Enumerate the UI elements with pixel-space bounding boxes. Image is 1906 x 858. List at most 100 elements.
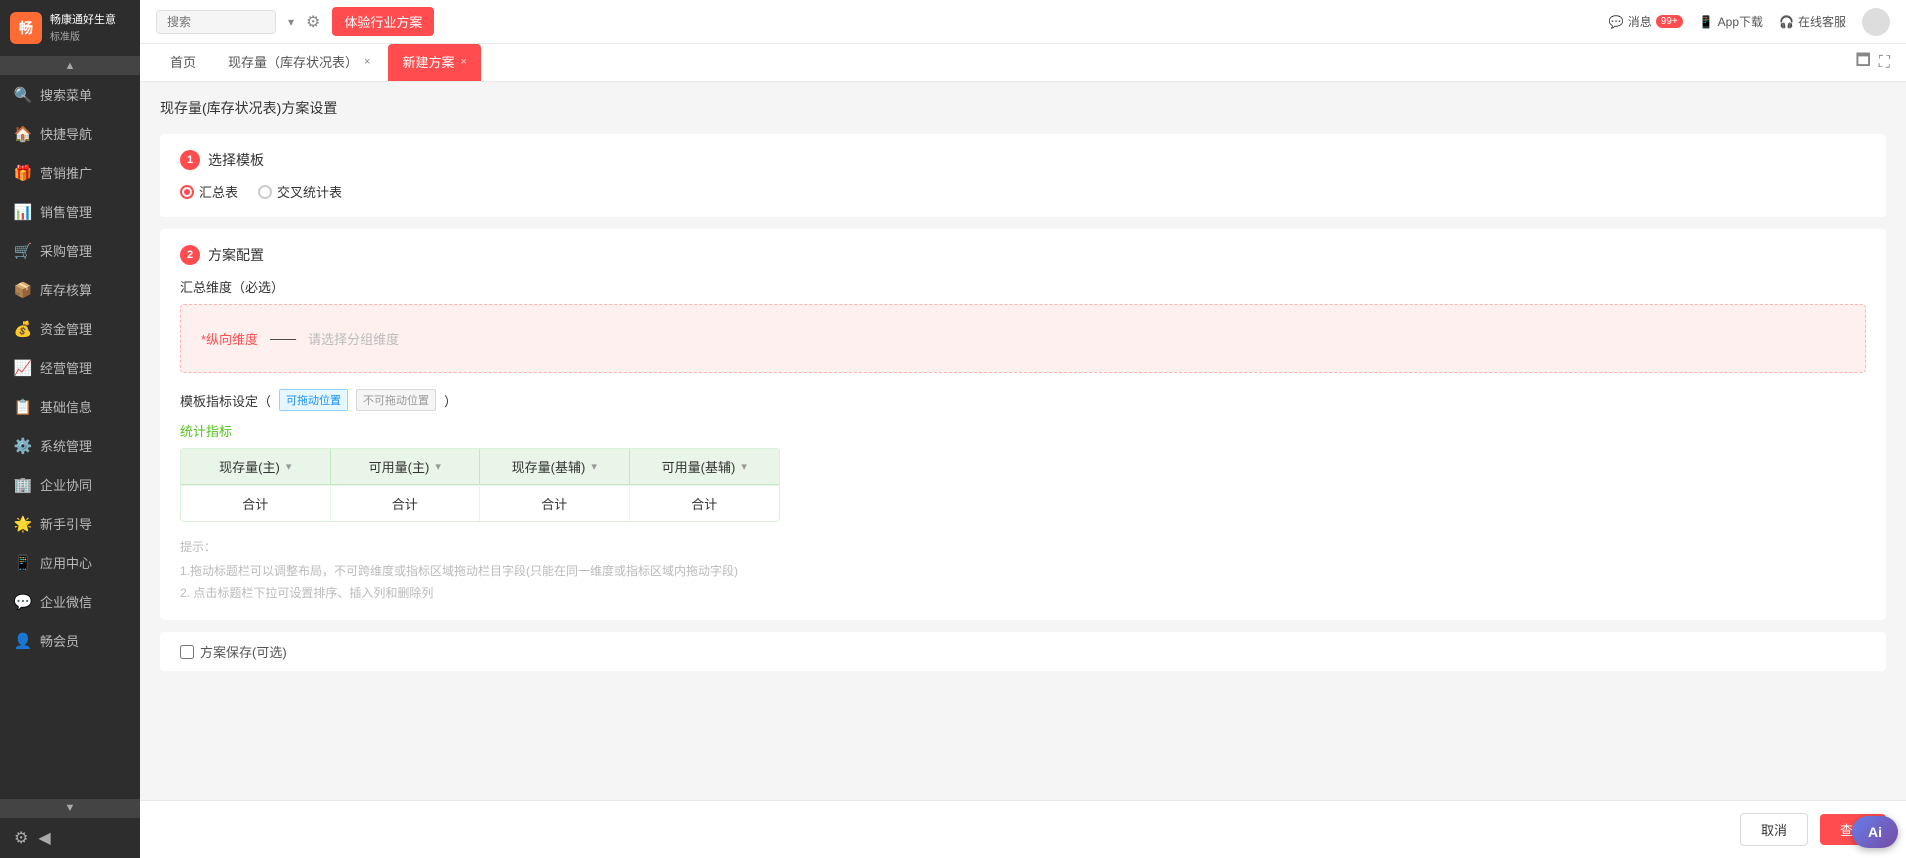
online-service-label: 在线客服 [1798,13,1846,30]
sidebar-scroll-down[interactable]: ▼ [0,799,140,817]
sidebar-item-search-menu[interactable]: 🔍 搜索菜单 [0,75,140,114]
step2-title: 方案配置 [208,245,264,265]
page-title: 现存量(库存状况表)方案设置 [160,98,1886,118]
cancel-button[interactable]: 取消 [1740,813,1808,846]
step1-title: 选择模板 [208,150,264,170]
sidebar-item-label: 库存核算 [40,280,92,299]
main-area: ▾ ⚙ 体验行业方案 💬 消息 99+ 📱 App下载 🎧 在线客服 [140,0,1906,858]
sidebar-item-app-center[interactable]: 📱 应用中心 [0,543,140,582]
tabs-right: 🗖 ⛶ [1856,49,1890,76]
tab-inventory-status[interactable]: 现存量（库存状况表） × [214,44,384,81]
sidebar-item-inventory[interactable]: 📦 库存核算 [0,270,140,309]
enterprise-wechat-icon: 💬 [14,593,32,611]
tab-new-plan-label: 新建方案 [402,52,454,71]
sidebar-bottom: ⚙ ◀ [0,817,140,858]
tab-inventory-status-close[interactable]: × [364,56,370,68]
sidebar-item-sales[interactable]: 📊 销售管理 [0,192,140,231]
sidebar-item-label: 系统管理 [40,436,92,455]
stats-header-col3[interactable]: 现存量(基辅) ▾ [480,449,630,485]
sidebar-item-finance[interactable]: 💰 资金管理 [0,309,140,348]
sidebar-item-quick-nav[interactable]: 🏠 快捷导航 [0,114,140,153]
step1-header: 1 选择模板 [180,150,1866,170]
sidebar-item-label: 企业微信 [40,592,92,611]
top-bar-search-input[interactable] [156,10,276,34]
sidebar-brand: 畅 畅康通好生意 标准版 [0,0,140,57]
stats-header-col2-chevron: ▾ [435,460,441,473]
top-bar-right: 💬 消息 99+ 📱 App下载 🎧 在线客服 [1609,8,1890,36]
dimension-box[interactable]: *纵向维度 —— 请选择分组维度 [180,304,1866,373]
member-icon: 👤 [14,632,32,650]
tab-expand-button[interactable]: ⛶ [1879,49,1890,76]
top-bar-left: ▾ ⚙ 体验行业方案 [156,7,434,36]
sidebar-item-enterprise-wechat[interactable]: 💬 企业微信 [0,582,140,621]
stats-header-col4-label: 可用量(基辅) [662,457,736,476]
stats-header-col2[interactable]: 可用量(主) ▾ [331,449,481,485]
stats-header-col3-label: 现存量(基辅) [512,457,586,476]
sidebar-item-label: 企业协同 [40,475,92,494]
stats-header-col3-chevron: ▾ [591,460,597,473]
radio-summary-label: 汇总表 [199,182,238,201]
stats-table-body-row: 合计 合计 合计 合计 [181,485,779,521]
app-center-icon: 📱 [14,554,32,572]
hint-section: 提示： 1.拖动标题栏可以调整布局，不可跨维度或指标区域拖动栏目字段(只能在同一… [180,538,1866,604]
stats-header-col1-chevron: ▾ [286,460,292,473]
ai-float-button[interactable]: Ai [1852,816,1898,848]
sidebar-item-operations[interactable]: 📈 经营管理 [0,348,140,387]
sidebar-item-system[interactable]: ⚙️ 系统管理 [0,426,140,465]
sidebar-item-base-info[interactable]: 📋 基础信息 [0,387,140,426]
enterprise-icon: 🏢 [14,476,32,494]
sidebar-settings-button[interactable]: ⚙ [14,828,28,848]
non-draggable-badge: 不可拖动位置 [356,389,436,411]
radio-crosstab-circle [258,185,272,199]
sidebar-scroll-up[interactable]: ▲ [0,57,140,75]
base-info-icon: 📋 [14,398,32,416]
hint-item-1: 1.拖动标题栏可以调整布局，不可跨维度或指标区域拖动栏目字段(只能在同一维度或指… [180,561,1866,583]
sidebar-item-label: 畅会员 [40,631,79,650]
top-bar-cta-button[interactable]: 体验行业方案 [332,7,434,36]
radio-crosstab[interactable]: 交叉统计表 [258,182,342,201]
finance-icon: 💰 [14,320,32,338]
tab-new-plan-close[interactable]: × [460,56,466,68]
top-bar-dropdown-icon[interactable]: ▾ [288,15,294,29]
sidebar-item-new-guide[interactable]: 🌟 新手引导 [0,504,140,543]
stats-header-col1[interactable]: 现存量(主) ▾ [181,449,331,485]
messages-button[interactable]: 💬 消息 99+ [1609,13,1683,30]
sidebar: 畅 畅康通好生意 标准版 ▲ 🔍 搜索菜单 🏠 快捷导航 🎁 营销推广 📊 销售… [0,0,140,858]
app-download-button[interactable]: 📱 App下载 [1699,13,1763,30]
sidebar-item-marketing[interactable]: 🎁 营销推广 [0,153,140,192]
stats-header-col2-label: 可用量(主) [369,457,430,476]
tab-new-plan[interactable]: 新建方案 × [388,44,480,81]
online-service-button[interactable]: 🎧 在线客服 [1779,13,1846,30]
draggable-badge: 可拖动位置 [279,389,348,411]
radio-summary[interactable]: 汇总表 [180,182,238,201]
save-option-label[interactable]: 方案保存(可选) [180,642,1866,661]
tabs-bar: 首页 现存量（库存状况表） × 新建方案 × 🗖 ⛶ [140,44,1906,82]
app-download-label: App下载 [1718,13,1763,30]
stats-header-col4[interactable]: 可用量(基辅) ▾ [630,449,780,485]
top-bar-gear-icon[interactable]: ⚙ [306,12,320,32]
inventory-icon: 📦 [14,281,32,299]
content-area: 现存量(库存状况表)方案设置 1 选择模板 汇总表 交叉统计表 2 [140,82,1906,800]
messages-icon: 💬 [1609,15,1624,29]
new-guide-icon: 🌟 [14,515,32,533]
sidebar-collapse-button[interactable]: ◀ [38,828,50,848]
save-option-card: 方案保存(可选) [160,632,1886,671]
sidebar-item-enterprise[interactable]: 🏢 企业协同 [0,465,140,504]
sidebar-item-purchase[interactable]: 🛒 采购管理 [0,231,140,270]
stats-body-col3: 合计 [480,485,630,521]
radio-summary-circle [180,185,194,199]
step2-badge: 2 [180,245,200,265]
system-icon: ⚙️ [14,437,32,455]
sidebar-item-label: 搜索菜单 [40,85,92,104]
operations-icon: 📈 [14,359,32,377]
stats-body-col2: 合计 [331,485,481,521]
purchase-icon: 🛒 [14,242,32,260]
tab-minimize-button[interactable]: 🗖 [1856,49,1871,76]
brand-text: 畅康通好生意 标准版 [50,13,116,43]
save-option-checkbox[interactable] [180,645,194,659]
sidebar-item-member[interactable]: 👤 畅会员 [0,621,140,660]
user-avatar[interactable] [1862,8,1890,36]
tab-home[interactable]: 首页 [156,44,210,81]
marketing-icon: 🎁 [14,164,32,182]
tab-inventory-status-label: 现存量（库存状况表） [228,52,358,71]
